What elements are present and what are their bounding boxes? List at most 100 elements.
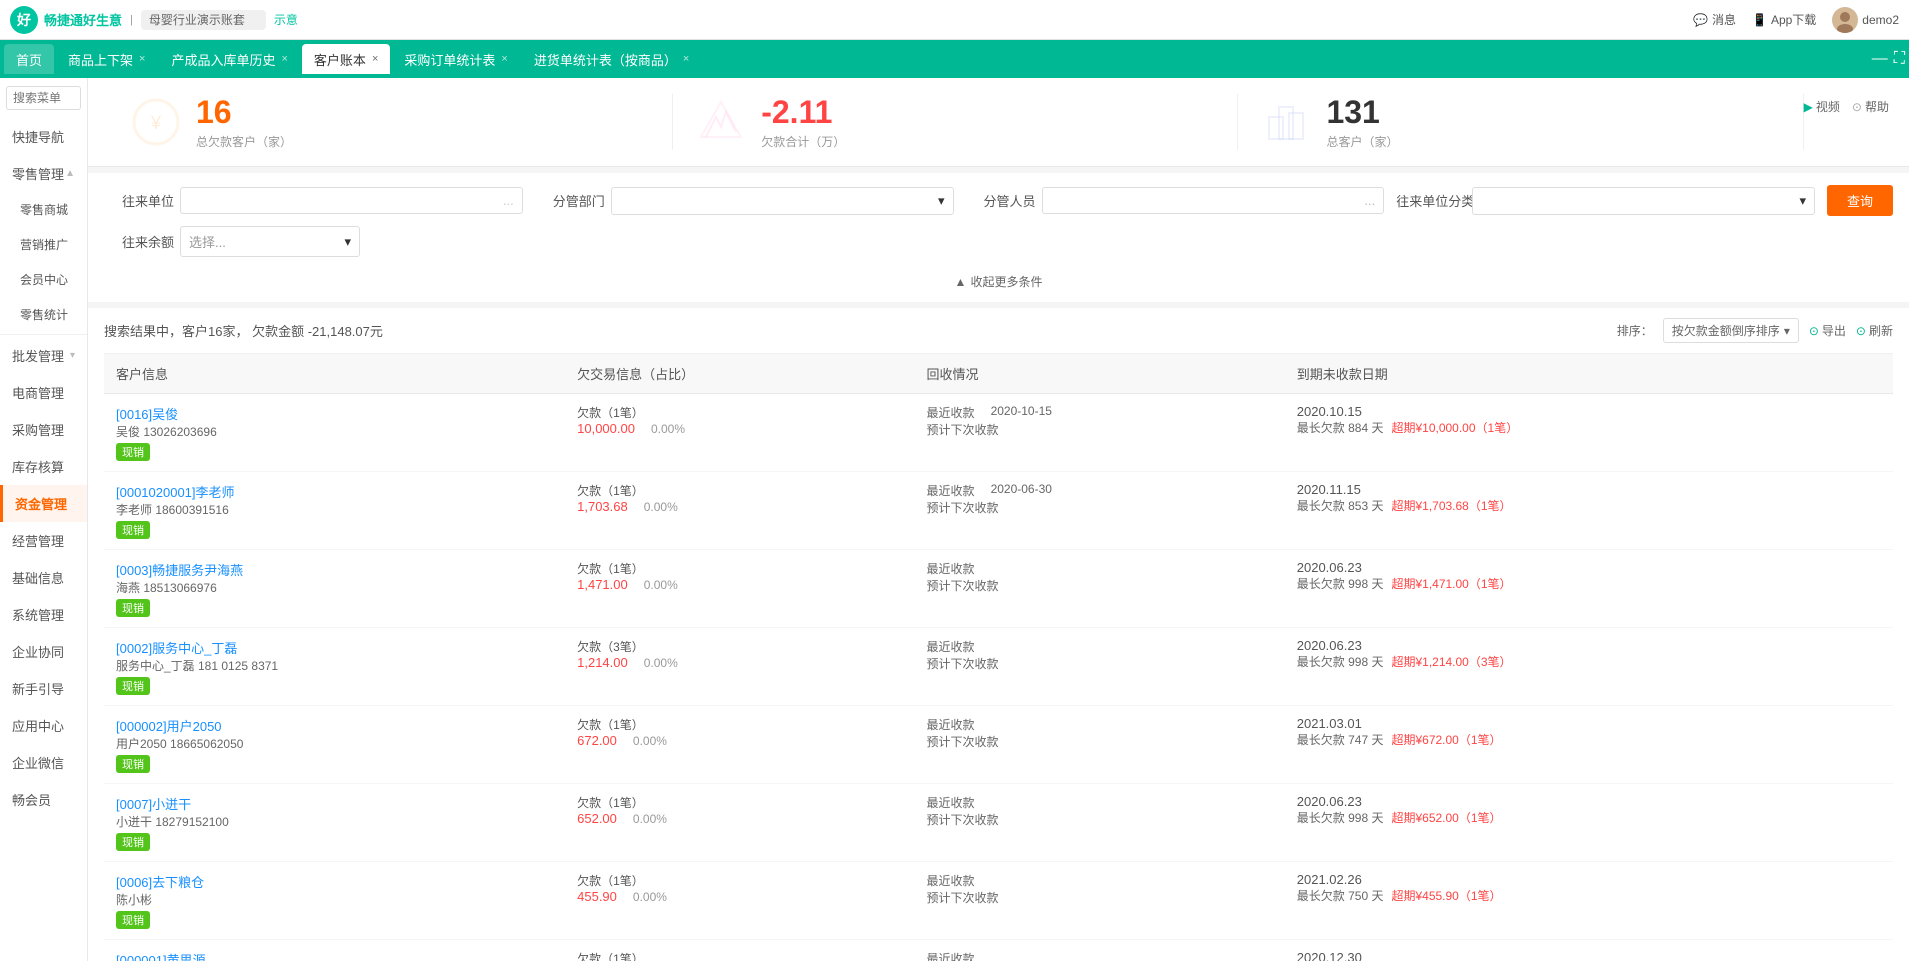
sidebar-item-member[interactable]: 会员中心: [0, 262, 87, 297]
content-area: ¥ 16 总欠款客户（家） -2.11 欠款合计（: [88, 78, 1909, 961]
customer-name-6[interactable]: [0006]去下粮仓: [116, 872, 553, 891]
return-next-1: 预计下次收款: [927, 499, 1273, 516]
tab-production-history[interactable]: 产成品入库单历史 ×: [159, 44, 299, 74]
customer-name-4[interactable]: [000002]用户2050: [116, 716, 553, 735]
customer-tag-4: 现销: [116, 755, 150, 773]
return-next-6: 预计下次收款: [927, 889, 1273, 906]
chevron-down-icon: ▾: [938, 193, 945, 209]
sidebar-item-retail-mall[interactable]: 零售商城: [0, 192, 87, 227]
filter-person-input[interactable]: ...: [1042, 187, 1385, 214]
overdue-link-1[interactable]: 超期¥1,703.68（1笔）: [1391, 497, 1511, 514]
results-area: 搜索结果中，客户16家， 欠款金额 -21,148.07元 排序： 按欠款金额倒…: [88, 308, 1909, 961]
overdue-link-3[interactable]: 超期¥1,214.00（3笔）: [1391, 653, 1511, 670]
sidebar-item-enterprise[interactable]: 企业协同: [0, 633, 87, 670]
sidebar-divider-1: [0, 334, 87, 335]
results-owe-total: 欠款金额 -21,148.07元: [252, 324, 383, 339]
return-last-2: 最近收款: [927, 560, 975, 577]
tab-home-label: 首页: [16, 50, 42, 69]
app-btn[interactable]: 📱 App下载: [1752, 11, 1816, 28]
sidebar-item-app-center[interactable]: 应用中心: [0, 707, 87, 744]
customer-name-1[interactable]: [0001020001]李老师: [116, 482, 553, 501]
tab-purchase-order[interactable]: 采购订单统计表 ×: [392, 44, 519, 74]
cell-owe-1: 欠款（1笔） 1,703.68 0.00%: [565, 472, 914, 550]
overdue-days-2: 最长欠款 998 天: [1297, 575, 1384, 592]
sidebar-item-member-plus[interactable]: 畅会员: [0, 781, 87, 818]
filter-dept-select[interactable]: ▾: [611, 187, 954, 215]
sidebar-item-inventory[interactable]: 库存核算: [0, 448, 87, 485]
filter-person: 分管人员 ...: [966, 187, 1385, 214]
customer-name-7[interactable]: [000001]黄思源: [116, 950, 553, 961]
due-date-4: 2021.03.01: [1297, 716, 1881, 731]
sidebar-item-marketing[interactable]: 营销推广: [0, 227, 87, 262]
view-btn[interactable]: ▶ 视频: [1804, 98, 1840, 115]
overdue-days-0: 最长欠款 884 天: [1297, 419, 1384, 436]
sidebar-item-finance[interactable]: 资金管理: [0, 485, 87, 522]
sidebar-search-input[interactable]: [6, 86, 81, 110]
tab-customer-account[interactable]: 客户账本 ×: [302, 44, 390, 74]
refresh-btn[interactable]: ⊙ 刷新: [1856, 322, 1893, 339]
overdue-days-5: 最长欠款 998 天: [1297, 809, 1384, 826]
filter-unit-category-select[interactable]: ▾: [1472, 187, 1815, 215]
refresh-icon: ⊙: [1856, 324, 1866, 338]
user-btn[interactable]: demo2: [1832, 7, 1899, 33]
col-return: 回收情况: [915, 354, 1285, 394]
overdue-link-6[interactable]: 超期¥455.90（1笔）: [1391, 887, 1501, 904]
sidebar-item-member-plus-label: 畅会员: [12, 790, 51, 809]
sort-select[interactable]: 按欠款金额倒序排序 ▾: [1663, 318, 1799, 343]
customer-name-2[interactable]: [0003]畅捷服务尹海燕: [116, 560, 553, 579]
sidebar-item-ecommerce[interactable]: 电商管理: [0, 374, 87, 411]
overdue-link-0[interactable]: 超期¥10,000.00（1笔）: [1391, 419, 1518, 436]
overdue-link-2[interactable]: 超期¥1,471.00（1笔）: [1391, 575, 1511, 592]
sidebar-item-system[interactable]: 系统管理: [0, 596, 87, 633]
message-btn[interactable]: 💬 消息: [1693, 11, 1736, 28]
cell-due-0: 2020.10.15 最长欠款 884 天 超期¥10,000.00（1笔）: [1285, 394, 1893, 472]
sidebar-item-retail-stats[interactable]: 零售统计: [0, 297, 87, 332]
sidebar-item-enterprise-label: 企业协同: [12, 642, 64, 661]
sidebar-item-retail-mgmt[interactable]: 零售管理 ▲: [0, 155, 87, 192]
nav-hint[interactable]: 示意: [274, 11, 298, 28]
tab-production-history-close[interactable]: ×: [281, 53, 287, 65]
tab-product-offshelf[interactable]: 商品上下架 ×: [56, 44, 157, 74]
help-btn[interactable]: ⊙ 帮助: [1852, 98, 1889, 115]
search-button[interactable]: 查询: [1827, 185, 1893, 216]
owe-amount-5: 652.00: [577, 811, 617, 826]
overdue-link-5[interactable]: 超期¥652.00（1笔）: [1391, 809, 1501, 826]
tab-product-offshelf-close[interactable]: ×: [139, 53, 145, 65]
filter-unit-category-label: 往来单位分类: [1396, 191, 1466, 210]
tab-collapse-icon[interactable]: —: [1872, 50, 1888, 68]
stat-owe-amount-icon: [693, 94, 749, 150]
sidebar-item-newbie[interactable]: 新手引导: [0, 670, 87, 707]
return-last-4: 最近收款: [927, 716, 975, 733]
owe-amount-0: 10,000.00: [577, 421, 635, 436]
stat-total-customers-number: 131: [1326, 94, 1398, 131]
view-icon: ▶: [1804, 100, 1813, 114]
customer-phone-2: 海燕 18513066976: [116, 579, 553, 596]
return-next-4: 预计下次收款: [927, 733, 1273, 750]
sidebar-item-purchase[interactable]: 采购管理: [0, 411, 87, 448]
tab-customer-account-close[interactable]: ×: [372, 53, 378, 65]
customer-name-5[interactable]: [0007]小迸干: [116, 794, 553, 813]
message-icon: 💬: [1693, 13, 1708, 27]
tab-purchase-stats-close[interactable]: ×: [683, 53, 689, 65]
sidebar-item-corp-wechat[interactable]: 企业微信: [0, 744, 87, 781]
tab-expand-icon[interactable]: ⛶: [1894, 50, 1905, 68]
filter-balance-select[interactable]: 选择... ▾: [180, 226, 360, 257]
sidebar-item-operations[interactable]: 经营管理: [0, 522, 87, 559]
customer-name-3[interactable]: [0002]服务中心_丁磊: [116, 638, 553, 657]
tab-purchase-order-close[interactable]: ×: [501, 53, 507, 65]
stat-total-customers-info: 131 总客户（家）: [1326, 94, 1398, 150]
sidebar-item-basic-info[interactable]: 基础信息: [0, 559, 87, 596]
sidebar-item-quick-nav[interactable]: 快捷导航: [0, 118, 87, 155]
cell-owe-0: 欠款（1笔） 10,000.00 0.00%: [565, 394, 914, 472]
export-btn[interactable]: ⊙ 导出: [1809, 322, 1846, 339]
collapse-btn[interactable]: ▲ 收起更多条件: [104, 267, 1893, 296]
sidebar-item-corp-wechat-label: 企业微信: [12, 753, 64, 772]
tab-purchase-stats[interactable]: 进货单统计表（按商品） ×: [522, 44, 701, 74]
sidebar-item-batch-mgmt[interactable]: 批发管理 ▾: [0, 337, 87, 374]
filter-from-unit-input[interactable]: ...: [180, 187, 523, 214]
company-select[interactable]: 母婴行业演示账套: [141, 10, 266, 30]
overdue-link-4[interactable]: 超期¥672.00（1笔）: [1391, 731, 1501, 748]
customer-name-0[interactable]: [0016]吴俊: [116, 404, 553, 423]
tab-home[interactable]: 首页: [4, 44, 54, 74]
overdue-days-6: 最长欠款 750 天: [1297, 887, 1384, 904]
